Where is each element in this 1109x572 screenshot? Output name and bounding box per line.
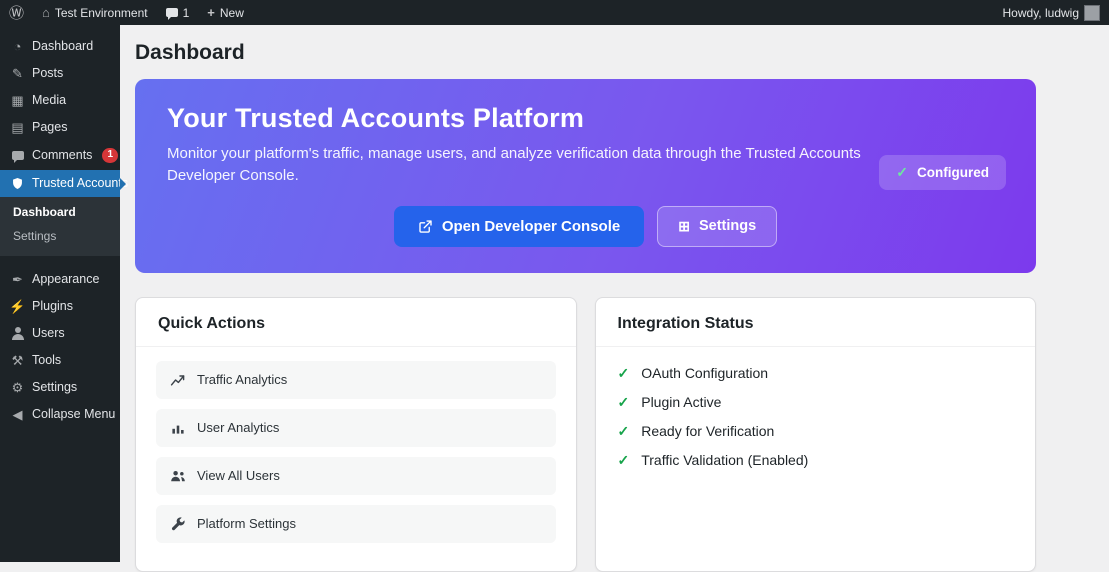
- main-content: Dashboard ✓ Configured Your Trusted Acco…: [120, 25, 1109, 572]
- sidebar-item-label: Collapse Menu: [32, 407, 116, 422]
- admin-bar: Ⓦ ⌂ Test Environment 1 + New Howdy, ludw…: [0, 0, 1109, 25]
- card-title: Integration Status: [595, 298, 1035, 347]
- users-group-icon: [170, 468, 186, 484]
- avatar: [1084, 4, 1100, 21]
- plugin-icon: ⚡: [9, 299, 26, 314]
- sidebar-item-comments[interactable]: Comments 1: [0, 141, 120, 170]
- wordpress-logo-icon[interactable]: Ⓦ: [0, 0, 33, 25]
- sidebar-item-dashboard[interactable]: ◔ Dashboard: [0, 33, 120, 60]
- quick-actions-card: Quick Actions Traffic Analytics User Ana…: [135, 296, 577, 572]
- collapse-menu-button[interactable]: ◀ Collapse Menu: [0, 401, 120, 428]
- comments-shortcut[interactable]: 1: [157, 0, 199, 25]
- sidebar-item-settings[interactable]: ⚙ Settings: [0, 374, 120, 401]
- quick-action-view-all-users[interactable]: View All Users: [156, 456, 556, 495]
- sidebar-item-trusted-accounts[interactable]: Trusted Accounts: [0, 170, 128, 197]
- check-icon: ✓: [617, 451, 630, 468]
- external-link-icon: [418, 219, 433, 234]
- button-label: Open Developer Console: [441, 217, 621, 235]
- submenu-item-dashboard[interactable]: Dashboard: [0, 200, 120, 224]
- sidebar-item-tools[interactable]: ⚒ Tools: [0, 347, 120, 374]
- sidebar-item-pages[interactable]: ▤ Pages: [0, 114, 120, 141]
- badge-label: Configured: [917, 165, 989, 180]
- status-label: OAuth Configuration: [641, 365, 769, 381]
- grid-icon: ⊞: [678, 217, 690, 234]
- comment-icon: [165, 8, 178, 20]
- sidebar-item-label: Settings: [32, 380, 78, 395]
- pages-icon: ▤: [11, 120, 24, 135]
- trusted-accounts-submenu: Dashboard Settings: [0, 197, 120, 256]
- status-label: Plugin Active: [641, 394, 722, 410]
- quick-action-label: User Analytics: [197, 420, 280, 435]
- page-title: Dashboard: [135, 41, 245, 64]
- configured-status-badge: ✓ Configured: [879, 155, 1006, 190]
- sidebar-item-label: Dashboard: [32, 39, 94, 54]
- pushpin-icon: ✎: [12, 66, 23, 81]
- quick-action-label: View All Users: [197, 468, 280, 483]
- quick-action-traffic-analytics[interactable]: Traffic Analytics: [156, 360, 556, 399]
- site-name: Test Environment: [54, 5, 148, 20]
- sidebar-item-label: Comments: [32, 148, 93, 163]
- sidebar-item-users[interactable]: Users: [0, 320, 120, 347]
- sidebar-item-label: Posts: [32, 66, 64, 81]
- sidebar-item-label: Plugins: [32, 299, 73, 314]
- hero-actions: Open Developer Console ⊞ Settings: [167, 205, 1004, 247]
- sidebar-item-label: Media: [32, 93, 67, 108]
- collapse-arrow-icon: ◀: [12, 407, 23, 422]
- hero-title: Your Trusted Accounts Platform: [167, 103, 585, 133]
- check-icon: ✓: [896, 164, 908, 180]
- home-icon: ⌂: [42, 5, 50, 20]
- howdy-text: Howdy, ludwig: [1002, 5, 1079, 20]
- media-icon: ▦: [11, 93, 24, 108]
- unread-comments-badge: 1: [102, 148, 118, 163]
- site-menu[interactable]: ⌂ Test Environment: [33, 0, 157, 25]
- check-icon: ✓: [617, 393, 630, 410]
- submenu-item-settings[interactable]: Settings: [0, 224, 120, 248]
- brush-icon: ✒: [12, 272, 23, 287]
- sidebar-item-label: Trusted Accounts: [32, 176, 129, 191]
- tools-icon: ⚒: [11, 353, 24, 368]
- card-title: Quick Actions: [136, 298, 576, 347]
- new-label: New: [219, 5, 244, 20]
- sidebar-item-label: Users: [32, 326, 65, 341]
- bar-chart-icon: [170, 420, 186, 436]
- comments-count: 1: [182, 5, 190, 20]
- status-item-ready-for-verification: ✓ Ready for Verification: [618, 417, 1014, 446]
- sidebar-item-label: Appearance: [32, 272, 100, 287]
- status-item-plugin-active: ✓ Plugin Active: [618, 388, 1014, 417]
- sidebar-item-plugins[interactable]: ⚡ Plugins: [0, 293, 120, 320]
- button-label: Settings: [698, 218, 757, 234]
- quick-action-platform-settings[interactable]: Platform Settings: [156, 504, 556, 543]
- check-icon: ✓: [617, 422, 630, 439]
- check-icon: ✓: [617, 364, 630, 381]
- status-label: Traffic Validation (Enabled): [641, 452, 809, 468]
- quick-action-user-analytics[interactable]: User Analytics: [156, 408, 556, 447]
- dashboard-gauge-icon: ◔: [13, 39, 22, 54]
- wrench-icon: [170, 516, 186, 532]
- sidebar-item-label: Pages: [32, 120, 68, 135]
- shield-icon: [10, 177, 25, 190]
- howdy-account-menu[interactable]: Howdy, ludwig: [994, 4, 1109, 21]
- line-chart-icon: [170, 372, 186, 388]
- hero-banner: ✓ Configured Your Trusted Accounts Platf…: [135, 79, 1036, 273]
- sidebar-item-posts[interactable]: ✎ Posts: [0, 60, 120, 87]
- dashboard-cards: Quick Actions Traffic Analytics User Ana…: [135, 296, 1036, 572]
- admin-sidebar: ◔ Dashboard ✎ Posts ▦ Media ▤ Pages Comm…: [0, 25, 128, 562]
- plus-icon: +: [207, 5, 215, 20]
- status-item-traffic-validation: ✓ Traffic Validation (Enabled): [618, 446, 1014, 475]
- hero-subtitle: Monitor your platform's traffic, manage …: [167, 145, 861, 184]
- sidebar-item-label: Tools: [32, 353, 62, 368]
- gear-icon: ⚙: [11, 380, 24, 395]
- status-item-oauth-configuration: ✓ OAuth Configuration: [618, 359, 1014, 388]
- open-developer-console-button[interactable]: Open Developer Console: [393, 205, 645, 247]
- users-icon: [10, 327, 25, 340]
- quick-action-label: Traffic Analytics: [197, 372, 288, 387]
- quick-action-label: Platform Settings: [197, 516, 296, 531]
- status-label: Ready for Verification: [641, 423, 775, 439]
- comment-bubble-icon: [10, 151, 25, 163]
- settings-button[interactable]: ⊞ Settings: [657, 205, 778, 247]
- sidebar-item-appearance[interactable]: ✒ Appearance: [0, 266, 120, 293]
- sidebar-item-media[interactable]: ▦ Media: [0, 87, 120, 114]
- integration-status-card: Integration Status ✓ OAuth Configuration…: [594, 296, 1036, 572]
- new-content-menu[interactable]: + New: [198, 0, 253, 25]
